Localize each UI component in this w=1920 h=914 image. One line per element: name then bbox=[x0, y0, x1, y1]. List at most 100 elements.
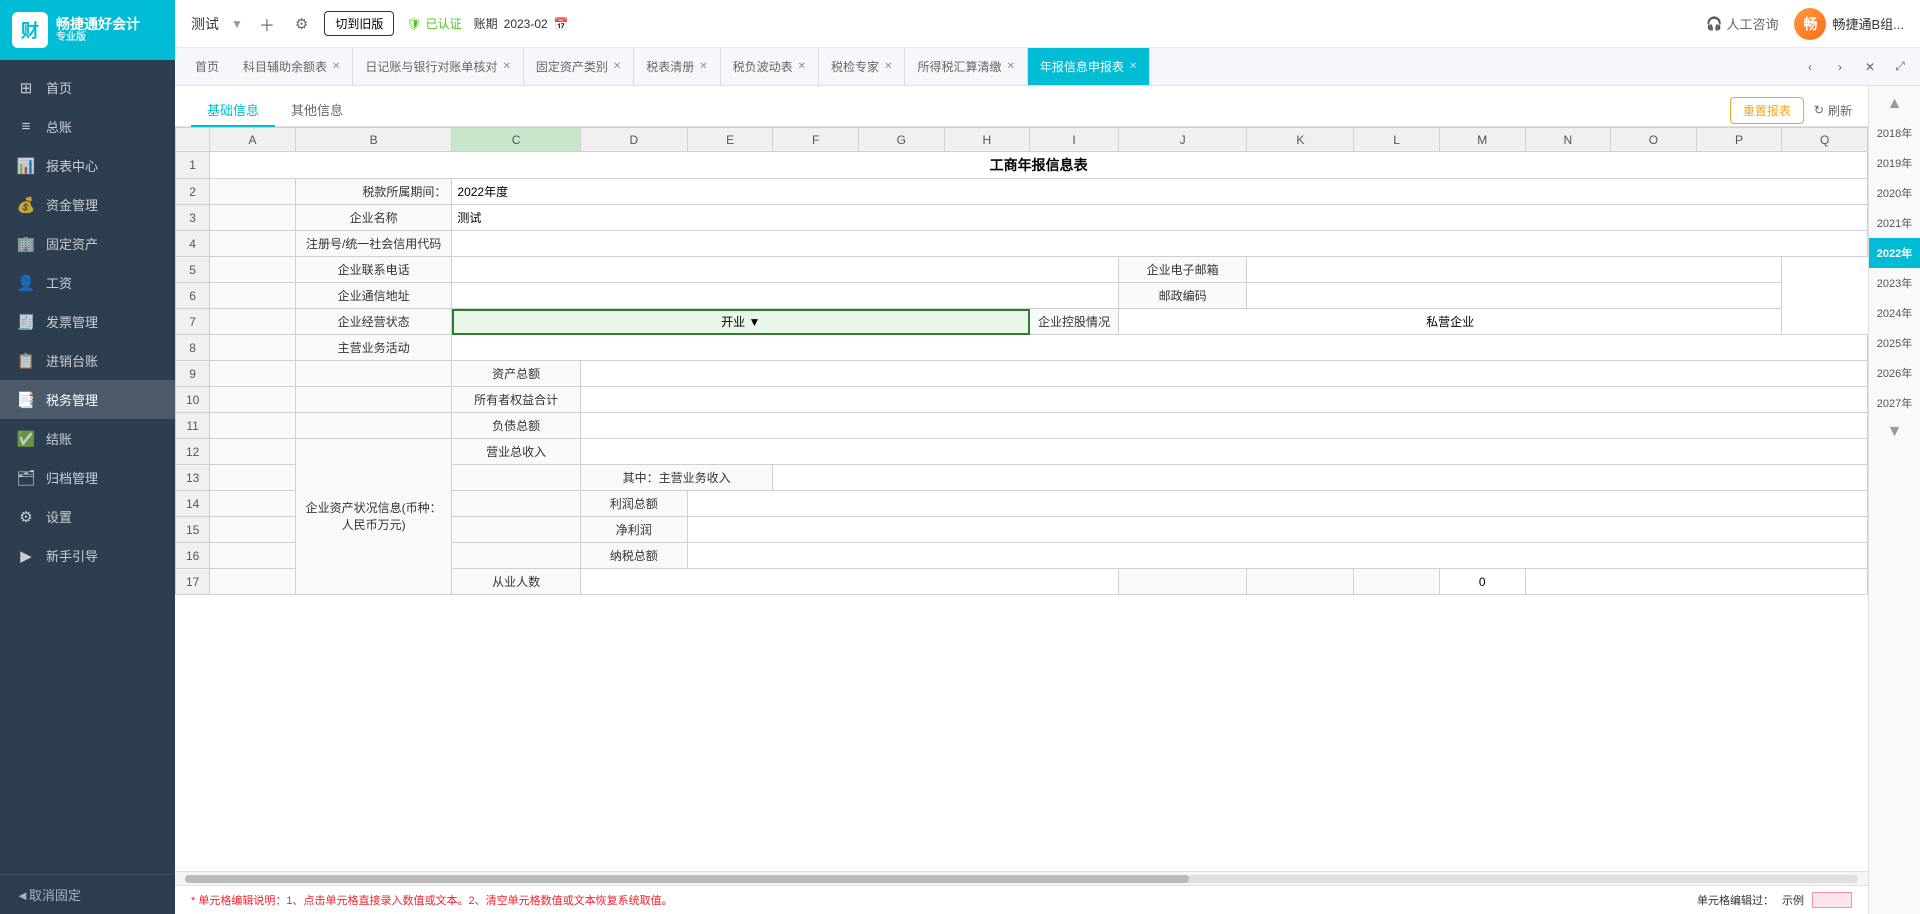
sidebar-item-归档管理[interactable]: 🗂归档管理 bbox=[0, 458, 175, 497]
sidebar-item-首页[interactable]: ⊞首页 bbox=[0, 68, 175, 107]
reset-report-btn[interactable]: 重置报表 bbox=[1730, 97, 1804, 124]
headset-icon: 🎧 bbox=[1706, 16, 1722, 32]
tab-next-btn[interactable]: › bbox=[1828, 55, 1852, 79]
topbar: 测试 ▼ ＋ ⚙ 切到旧版 🛡 已认证 账期 2023-02 📅 🎧 人工咨询 … bbox=[175, 0, 1920, 48]
cell-17-7[interactable] bbox=[1525, 569, 1867, 595]
tab-1[interactable]: 科目辅助余额表✕ bbox=[231, 48, 353, 86]
tab-close-icon[interactable]: ✕ bbox=[1129, 61, 1137, 72]
year-item-2022年[interactable]: 2022年 bbox=[1869, 238, 1920, 268]
year-item-2026年[interactable]: 2026年 bbox=[1869, 358, 1920, 388]
table-row-2: 2税款所属期间：2022年度 bbox=[176, 179, 1868, 205]
year-item-2021年[interactable]: 2021年 bbox=[1869, 208, 1920, 238]
service-btn[interactable]: 🎧 人工咨询 bbox=[1706, 14, 1778, 33]
sidebar-icon-固定资产: 🏢 bbox=[16, 235, 36, 253]
horizontal-scrollbar[interactable] bbox=[175, 871, 1868, 885]
cell-7-2[interactable]: 开业 ▼ bbox=[452, 309, 1030, 335]
cell-2-2[interactable]: 2022年度 bbox=[452, 179, 1868, 205]
cell-11-3[interactable] bbox=[580, 413, 1867, 439]
tab-close-icon[interactable]: ✕ bbox=[332, 61, 340, 72]
sidebar-item-设置[interactable]: ⚙设置 bbox=[0, 497, 175, 536]
tab-close-icon[interactable]: ✕ bbox=[798, 61, 806, 72]
sidebar-item-结账[interactable]: ✅结账 bbox=[0, 419, 175, 458]
cell-12-3[interactable] bbox=[580, 439, 1867, 465]
subtab-基础信息[interactable]: 基础信息 bbox=[191, 94, 275, 127]
sidebar-item-工资[interactable]: 👤工资 bbox=[0, 263, 175, 302]
tab-6[interactable]: 税检专家✕ bbox=[819, 48, 905, 86]
cell-16-3[interactable] bbox=[687, 543, 1867, 569]
calendar-icon[interactable]: 📅 bbox=[554, 17, 569, 31]
tab-close-all-btn[interactable]: ✕ bbox=[1858, 55, 1882, 79]
cell-17-6[interactable]: 0 bbox=[1439, 569, 1525, 595]
tab-close-icon[interactable]: ✕ bbox=[502, 61, 510, 72]
tab-3[interactable]: 固定资产类别✕ bbox=[524, 48, 634, 86]
tab-close-icon[interactable]: ✕ bbox=[1006, 61, 1014, 72]
year-up-btn[interactable]: ▲ bbox=[1869, 90, 1920, 118]
tab-8[interactable]: 年报信息申报表✕ bbox=[1028, 48, 1150, 86]
sidebar-item-总账[interactable]: ≡总账 bbox=[0, 107, 175, 146]
sidebar-item-进销台账[interactable]: 📋进销台账 bbox=[0, 341, 175, 380]
cell-10-3[interactable] bbox=[580, 387, 1867, 413]
tab-7[interactable]: 所得税汇算清缴✕ bbox=[905, 48, 1027, 86]
cell-6-4[interactable] bbox=[1247, 283, 1782, 309]
cell-6-2[interactable] bbox=[452, 283, 1119, 309]
sidebar-item-发票管理[interactable]: 🧾发票管理 bbox=[0, 302, 175, 341]
topbar-add-btn[interactable]: ＋ bbox=[255, 8, 279, 40]
cell-15-0 bbox=[210, 517, 296, 543]
tab-5[interactable]: 税负波动表✕ bbox=[721, 48, 819, 86]
table-row-6: 6企业通信地址邮政编码 bbox=[176, 283, 1868, 309]
spreadsheet-container: ABCDEFGHIJKLMNOPQ 1工商年报信息表2税款所属期间：2022年度… bbox=[175, 127, 1868, 885]
sidebar-item-报表中心[interactable]: 📊报表中心 bbox=[0, 146, 175, 185]
sidebar-item-固定资产[interactable]: 🏢固定资产 bbox=[0, 224, 175, 263]
tab-close-icon[interactable]: ✕ bbox=[613, 61, 621, 72]
row-num-14: 14 bbox=[176, 491, 210, 517]
cell-9-3[interactable] bbox=[580, 361, 1867, 387]
cell-15-3[interactable] bbox=[687, 517, 1867, 543]
cell-8-2[interactable] bbox=[452, 335, 1868, 361]
spreadsheet-scroll[interactable]: ABCDEFGHIJKLMNOPQ 1工商年报信息表2税款所属期间：2022年度… bbox=[175, 127, 1868, 871]
topbar-dropdown-arrow[interactable]: ▼ bbox=[231, 17, 243, 31]
cell-17-2[interactable] bbox=[580, 569, 1118, 595]
year-item-2025年[interactable]: 2025年 bbox=[1869, 328, 1920, 358]
tab-2[interactable]: 日记账与银行对账单核对✕ bbox=[353, 48, 523, 86]
year-down-btn[interactable]: ▼ bbox=[1869, 418, 1920, 446]
sidebar-item-资金管理[interactable]: 💰资金管理 bbox=[0, 185, 175, 224]
sidebar-icon-进销台账: 📋 bbox=[16, 352, 36, 370]
cell-14-3[interactable] bbox=[687, 491, 1867, 517]
sidebar-item-新手引导[interactable]: ▶新手引导 bbox=[0, 536, 175, 575]
cell-16-0 bbox=[210, 543, 296, 569]
tab-prev-btn[interactable]: ‹ bbox=[1798, 55, 1822, 79]
cancel-fixed-btn[interactable]: ◄取消固定 bbox=[0, 874, 175, 914]
cell-8-0 bbox=[210, 335, 296, 361]
cell-4-0 bbox=[210, 231, 296, 257]
year-item-2020年[interactable]: 2020年 bbox=[1869, 178, 1920, 208]
sidebar-icon-设置: ⚙ bbox=[16, 508, 36, 526]
app-sub: 专业版 bbox=[56, 32, 140, 44]
user-menu[interactable]: 畅 畅捷通B组... bbox=[1794, 8, 1904, 40]
refresh-btn[interactable]: ↻ 刷新 bbox=[1814, 102, 1852, 119]
sidebar: 财 畅捷通好会计 专业版 ⊞首页≡总账📊报表中心💰资金管理🏢固定资产👤工资🧾发票… bbox=[0, 0, 175, 914]
sidebar-item-税务管理[interactable]: 📑税务管理 bbox=[0, 380, 175, 419]
cell-3-2[interactable]: 测试 bbox=[452, 205, 1868, 231]
year-item-2019年[interactable]: 2019年 bbox=[1869, 148, 1920, 178]
tab-expand-btn[interactable]: ⤢ bbox=[1888, 55, 1912, 79]
switch-version-btn[interactable]: 切到旧版 bbox=[324, 11, 394, 36]
cell-4-2[interactable] bbox=[452, 231, 1868, 257]
tab-close-icon[interactable]: ✕ bbox=[699, 61, 707, 72]
year-item-2018年[interactable]: 2018年 bbox=[1869, 118, 1920, 148]
cell-13-3[interactable] bbox=[773, 465, 1868, 491]
cell-7-4[interactable]: 私营企业 bbox=[1118, 309, 1781, 335]
cell-5-4[interactable] bbox=[1247, 257, 1782, 283]
cell-5-2[interactable] bbox=[452, 257, 1119, 283]
tab-home[interactable]: 首页 bbox=[183, 58, 231, 75]
tab-4[interactable]: 税表清册✕ bbox=[634, 48, 720, 86]
subtab-其他信息[interactable]: 其他信息 bbox=[275, 94, 359, 127]
col-header-D: D bbox=[580, 128, 687, 152]
cell-11-2: 负债总额 bbox=[452, 413, 580, 439]
topbar-settings-btn[interactable]: ⚙ bbox=[291, 11, 312, 37]
year-item-2024年[interactable]: 2024年 bbox=[1869, 298, 1920, 328]
cell-13-2: 其中：主营业务收入 bbox=[580, 465, 773, 491]
year-item-2027年[interactable]: 2027年 bbox=[1869, 388, 1920, 418]
tab-close-icon[interactable]: ✕ bbox=[884, 61, 892, 72]
table-row-11: 11负债总额 bbox=[176, 413, 1868, 439]
year-item-2023年[interactable]: 2023年 bbox=[1869, 268, 1920, 298]
